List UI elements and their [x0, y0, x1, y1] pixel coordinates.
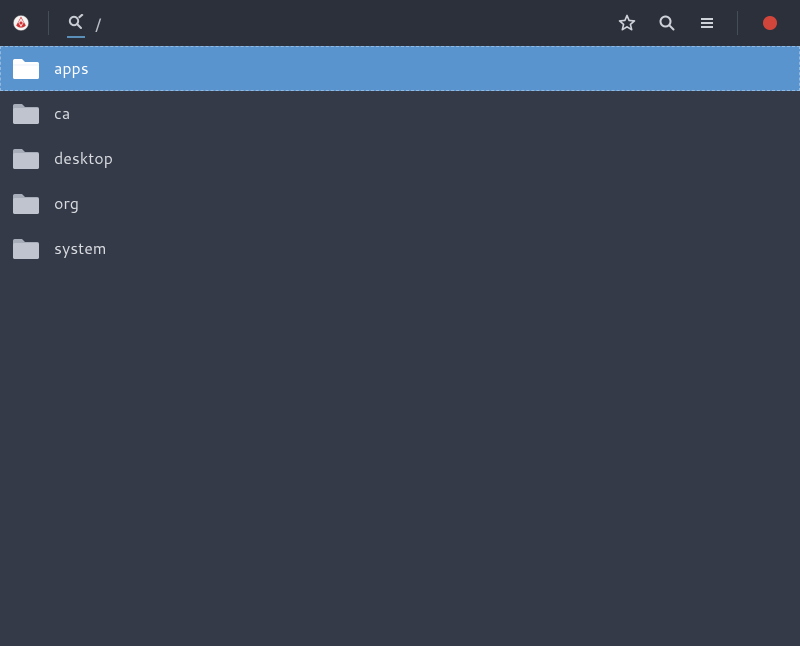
- folder-icon: [12, 57, 40, 81]
- favorite-button[interactable]: [607, 3, 647, 43]
- header-left: /: [12, 8, 101, 38]
- folder-list: apps ca desktop org: [0, 46, 800, 646]
- app-icon[interactable]: [12, 14, 30, 32]
- folder-icon: [12, 192, 40, 216]
- folder-label: system: [54, 237, 106, 260]
- folder-label: apps: [54, 57, 89, 80]
- record-icon: [763, 16, 777, 30]
- folder-icon: [12, 102, 40, 126]
- list-item[interactable]: system: [0, 226, 800, 271]
- list-item[interactable]: ca: [0, 91, 800, 136]
- folder-label: org: [54, 192, 79, 215]
- list-item[interactable]: org: [0, 181, 800, 226]
- search-button[interactable]: [647, 3, 687, 43]
- menu-button[interactable]: [687, 3, 727, 43]
- breadcrumb[interactable]: /: [67, 8, 101, 38]
- folder-icon: [12, 237, 40, 261]
- path-text: /: [95, 11, 101, 37]
- edit-find-icon[interactable]: [67, 14, 85, 38]
- folder-label: ca: [54, 102, 70, 125]
- folder-icon: [12, 147, 40, 171]
- separator: [737, 11, 738, 35]
- record-button[interactable]: [748, 3, 788, 43]
- header-right: [607, 3, 788, 43]
- separator: [48, 11, 49, 35]
- list-item[interactable]: desktop: [0, 136, 800, 181]
- list-item[interactable]: apps: [0, 46, 800, 91]
- header-bar: /: [0, 0, 800, 46]
- folder-label: desktop: [54, 147, 113, 170]
